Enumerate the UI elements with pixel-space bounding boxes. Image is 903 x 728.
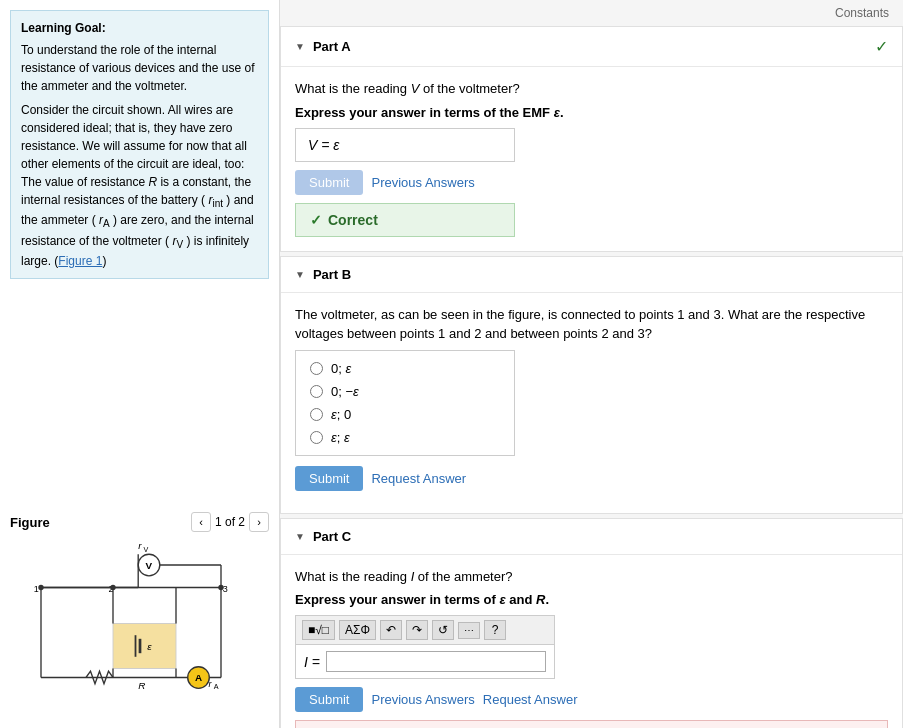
part-a-correct-banner: ✓ Correct — [295, 203, 515, 237]
part-c-previous-link[interactable]: Previous Answers — [371, 692, 474, 707]
part-b-question: The voltmeter, as can be seen in the fig… — [295, 305, 888, 344]
learning-goal-text1: To understand the role of the internal r… — [21, 41, 258, 95]
math-toolbar-keyboard[interactable]: ⋯ — [458, 622, 480, 639]
part-b-option-2: 0; −ε — [310, 384, 500, 399]
part-b-title: Part B — [313, 267, 351, 282]
part-b-options: 0; ε 0; −ε ε; 0 ε; ε — [295, 350, 515, 456]
part-b-label-4: ε; ε — [331, 430, 350, 445]
part-c-arrow: ▼ — [295, 531, 305, 542]
part-c-instruction: Express your answer in terms of ε and R. — [295, 592, 888, 607]
part-b-option-1: 0; ε — [310, 361, 500, 376]
part-a-answer: V = ε — [295, 128, 515, 162]
learning-goal-text2: Consider the circuit shown. All wires ar… — [21, 101, 258, 270]
part-a-body: What is the reading V of the voltmeter? … — [281, 67, 902, 251]
part-b-radio-3[interactable] — [310, 408, 323, 421]
part-c-submit-button[interactable]: Submit — [295, 687, 363, 712]
part-b-label-1: 0; ε — [331, 361, 351, 376]
part-a-left: ▼ Part A — [295, 39, 351, 54]
part-a-checkmark: ✓ — [875, 37, 888, 56]
part-a-instruction: Express your answer in terms of the EMF … — [295, 105, 888, 120]
figure-page: 1 of 2 — [215, 515, 245, 529]
part-b-left: ▼ Part B — [295, 267, 351, 282]
svg-text:V: V — [143, 545, 148, 554]
math-toolbar-symbols[interactable]: AΣΦ — [339, 620, 376, 640]
svg-text:A: A — [194, 672, 201, 683]
constants-section: Constants — [280, 0, 903, 26]
figure-nav[interactable]: ‹ 1 of 2 › — [191, 512, 269, 532]
figure-header: Figure ‹ 1 of 2 › — [10, 512, 269, 532]
math-toolbar-refresh[interactable]: ↺ — [432, 620, 454, 640]
svg-rect-12 — [113, 624, 176, 669]
part-b-label-3: ε; 0 — [331, 407, 351, 422]
part-b-label-2: 0; −ε — [331, 384, 359, 399]
part-c-buttons: Submit Previous Answers Request Answer — [295, 687, 888, 712]
part-a-previous-link[interactable]: Previous Answers — [371, 175, 474, 190]
part-c-header[interactable]: ▼ Part C — [281, 519, 902, 555]
correct-label: Correct — [328, 212, 378, 228]
part-b-submit-button[interactable]: Submit — [295, 466, 363, 491]
part-b-option-4: ε; ε — [310, 430, 500, 445]
learning-goal-title: Learning Goal: — [21, 19, 258, 37]
part-c-math-input[interactable] — [326, 651, 546, 672]
svg-text:r: r — [208, 679, 212, 689]
svg-text:1: 1 — [33, 584, 38, 594]
svg-text:ε: ε — [147, 641, 152, 652]
part-a-submit-button[interactable]: Submit — [295, 170, 363, 195]
correct-check-icon: ✓ — [310, 212, 322, 228]
part-b-option-3: ε; 0 — [310, 407, 500, 422]
part-c-left: ▼ Part C — [295, 529, 351, 544]
part-c-title: Part C — [313, 529, 351, 544]
part-b-body: The voltmeter, as can be seen in the fig… — [281, 293, 902, 513]
part-c-question: What is the reading I of the ammeter? — [295, 567, 888, 587]
constants-link[interactable]: Constants — [835, 6, 889, 20]
part-b-request-link[interactable]: Request Answer — [371, 471, 466, 486]
part-b-section: ▼ Part B The voltmeter, as can be seen i… — [280, 256, 903, 514]
math-toolbar-sqrt[interactable]: ■√□ — [302, 620, 335, 640]
part-a-question: What is the reading V of the voltmeter? — [295, 79, 888, 99]
part-a-header[interactable]: ▼ Part A ✓ — [281, 27, 902, 67]
part-b-buttons: Submit Request Answer — [295, 466, 888, 491]
part-c-request-link[interactable]: Request Answer — [483, 692, 578, 707]
svg-text:A: A — [213, 682, 218, 691]
part-b-radio-2[interactable] — [310, 385, 323, 398]
part-a-buttons: Submit Previous Answers — [295, 170, 888, 195]
part-a-section: ▼ Part A ✓ What is the reading V of the … — [280, 26, 903, 252]
part-a-title: Part A — [313, 39, 351, 54]
figure-title: Figure — [10, 515, 50, 530]
part-c-math-label: I = — [304, 654, 320, 670]
part-c-input-box: I = — [295, 645, 555, 679]
figure-next-button[interactable]: › — [249, 512, 269, 532]
math-toolbar-undo[interactable]: ↶ — [380, 620, 402, 640]
part-b-radio-1[interactable] — [310, 362, 323, 375]
part-c-math-toolbar: ■√□ AΣΦ ↶ ↷ ↺ ⋯ ? — [295, 615, 555, 645]
part-c-body: What is the reading I of the ammeter? Ex… — [281, 555, 902, 729]
svg-text:V: V — [145, 560, 152, 571]
svg-text:r: r — [138, 540, 142, 551]
part-c-incorrect-banner: ✗ Incorrect; Try Again; 4 attempts remai… — [295, 720, 888, 728]
learning-goal-box: Learning Goal: To understand the role of… — [10, 10, 269, 279]
figure-prev-button[interactable]: ‹ — [191, 512, 211, 532]
math-toolbar-redo[interactable]: ↷ — [406, 620, 428, 640]
right-panel: Constants ▼ Part A ✓ What is the reading… — [280, 0, 903, 728]
part-b-arrow: ▼ — [295, 269, 305, 280]
svg-text:3: 3 — [222, 584, 227, 594]
part-b-radio-4[interactable] — [310, 431, 323, 444]
part-a-arrow: ▼ — [295, 41, 305, 52]
math-toolbar-help[interactable]: ? — [484, 620, 506, 640]
part-c-section: ▼ Part C What is the reading I of the am… — [280, 518, 903, 729]
svg-text:R: R — [138, 680, 145, 691]
figure-section: Figure ‹ 1 of 2 › r V V — [10, 512, 269, 718]
left-panel: Learning Goal: To understand the role of… — [0, 0, 280, 728]
part-b-header[interactable]: ▼ Part B — [281, 257, 902, 293]
circuit-diagram: r V V — [20, 538, 260, 718]
